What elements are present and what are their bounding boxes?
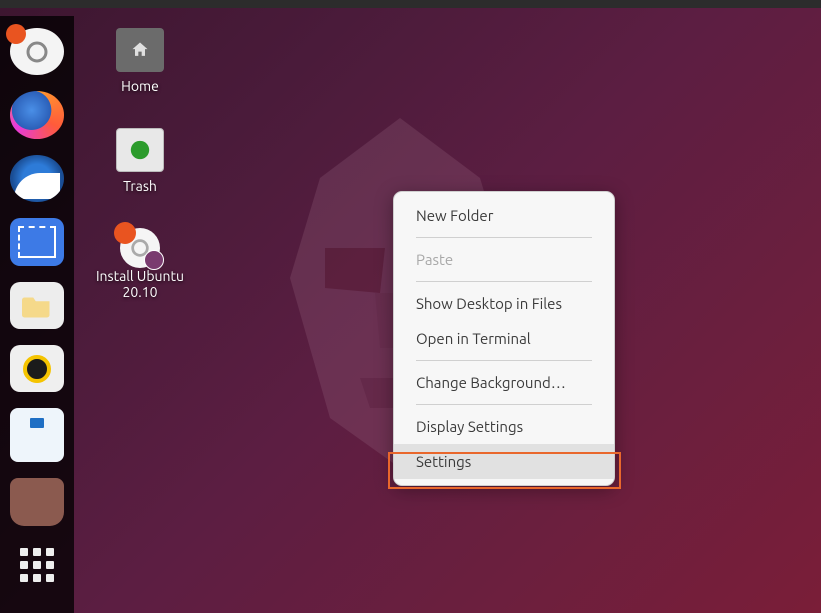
menu-separator: [416, 360, 592, 361]
thunderbird-icon[interactable]: [10, 155, 64, 202]
desktop-wallpaper[interactable]: Home Trash Install Ubuntu 20.10 New Fold…: [0, 8, 821, 613]
ubuntu-software-icon[interactable]: [10, 478, 64, 525]
dock: [0, 16, 74, 613]
menu-paste: Paste: [394, 242, 614, 277]
menu-separator: [416, 404, 592, 405]
files-icon[interactable]: [10, 282, 64, 329]
trash-desktop-icon[interactable]: Trash: [90, 128, 190, 194]
rhythmbox-icon[interactable]: [10, 345, 64, 392]
menu-new-folder[interactable]: New Folder: [394, 198, 614, 233]
home-label: Home: [121, 78, 159, 94]
menu-show-desktop-in-files[interactable]: Show Desktop in Files: [394, 286, 614, 321]
show-applications-icon[interactable]: [10, 542, 64, 589]
install-ubuntu-label: Install Ubuntu 20.10: [90, 268, 190, 300]
trash-label: Trash: [123, 178, 157, 194]
menu-separator: [416, 237, 592, 238]
menu-open-in-terminal[interactable]: Open in Terminal: [394, 321, 614, 356]
libreoffice-writer-icon[interactable]: [10, 408, 64, 462]
trash-icon: [116, 128, 164, 172]
desktop-icons-area: Home Trash Install Ubuntu 20.10: [90, 28, 210, 334]
ubiquity-launcher-icon[interactable]: [10, 28, 64, 75]
menu-change-background[interactable]: Change Background…: [394, 365, 614, 400]
firefox-icon[interactable]: [10, 91, 64, 138]
install-ubuntu-desktop-icon[interactable]: Install Ubuntu 20.10: [90, 228, 190, 300]
screenshot-tool-icon[interactable]: [10, 218, 64, 265]
top-bar: [0, 0, 821, 8]
home-desktop-icon[interactable]: Home: [90, 28, 190, 94]
install-ubuntu-icon: [120, 228, 160, 268]
menu-separator: [416, 281, 592, 282]
menu-settings[interactable]: Settings: [394, 444, 614, 479]
home-folder-icon: [116, 28, 164, 72]
menu-display-settings[interactable]: Display Settings: [394, 409, 614, 444]
desktop-context-menu: New Folder Paste Show Desktop in Files O…: [393, 191, 615, 486]
